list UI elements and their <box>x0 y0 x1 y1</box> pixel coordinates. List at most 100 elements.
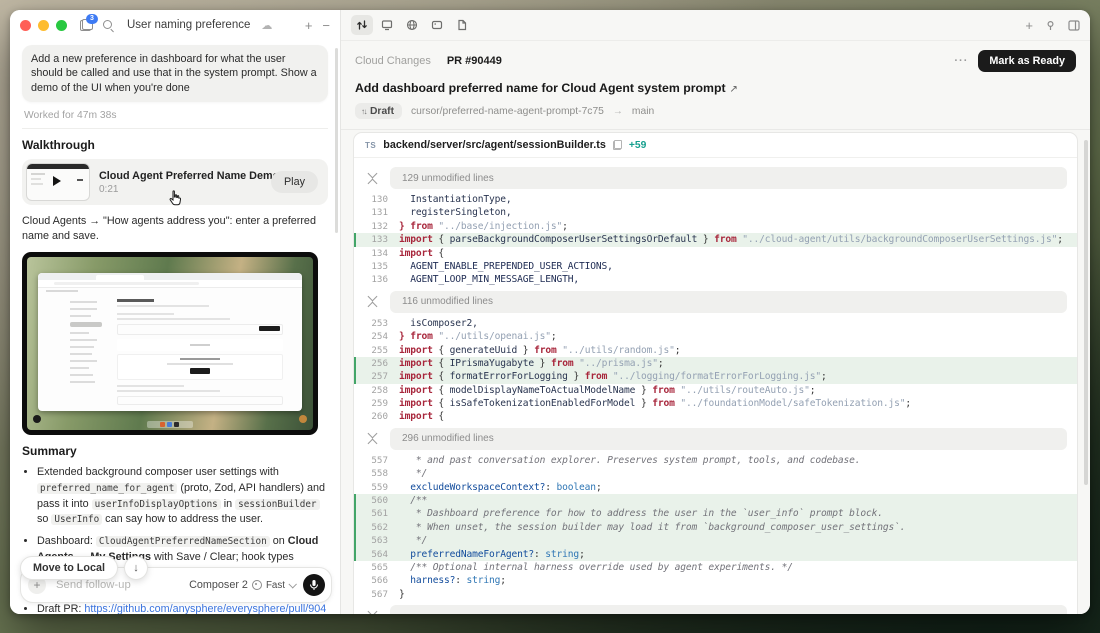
app-window: 3 User naming preference ☁ + − Add a new… <box>10 10 1090 614</box>
chat-scroll-area[interactable]: Add a new preference in dashboard for wh… <box>10 40 340 614</box>
video-thumbnail[interactable] <box>26 163 90 202</box>
mark-as-ready-button[interactable]: Mark as Ready <box>978 50 1076 72</box>
expand-up-icon[interactable] <box>367 301 377 312</box>
demo-desktop <box>27 257 313 431</box>
play-button[interactable]: Play <box>270 171 318 194</box>
expand-up-icon[interactable] <box>367 178 377 188</box>
search-icon[interactable] <box>102 19 114 31</box>
globe-icon[interactable] <box>401 15 423 35</box>
follow-up-input[interactable] <box>54 578 182 592</box>
diff-line: 130 InstantiationType, <box>354 193 1077 206</box>
external-link-icon[interactable]: ↗ <box>730 84 738 95</box>
monitor-icon[interactable] <box>376 15 398 35</box>
move-to-local-button[interactable]: Move to Local <box>20 556 118 580</box>
download-icon[interactable]: ↓ <box>124 556 148 580</box>
line-number: 135 <box>371 260 388 272</box>
pin-icon[interactable] <box>1045 20 1056 31</box>
line-number: 558 <box>371 468 388 480</box>
line-number: 561 <box>371 508 388 520</box>
base-branch[interactable]: main <box>632 106 654 117</box>
line-number: 133 <box>371 234 388 246</box>
code-text: AGENT_ENABLE_PREPENDED_USER_ACTIONS, <box>399 260 613 272</box>
line-number: 136 <box>371 274 388 286</box>
right-scrollbar[interactable] <box>1084 140 1088 485</box>
file-header[interactable]: TS backend/server/src/agent/sessionBuild… <box>354 133 1077 158</box>
expand-down-icon[interactable] <box>367 168 377 178</box>
line-number: 257 <box>371 371 388 383</box>
head-branch[interactable]: cursor/preferred-name-agent-prompt-7c75 <box>411 106 604 117</box>
mic-button[interactable] <box>303 574 325 596</box>
mini-content <box>117 298 284 409</box>
tab-pr-number[interactable]: PR #90449 <box>447 55 502 67</box>
expand-up-icon[interactable] <box>367 438 377 449</box>
inline-code: userInfoDisplayOptions <box>91 498 221 510</box>
diff-line-added: 562 * When unset, the session builder ma… <box>354 520 1077 535</box>
summary-bullet: Draft PR: https://github.com/anysphere/e… <box>37 602 328 614</box>
diff-line: 565 /** Optional internal harness overri… <box>354 561 1077 574</box>
diff-line: 255 import { generateUuid } from "../util… <box>354 344 1077 357</box>
expand-down-icon[interactable] <box>367 606 377 614</box>
draft-status-badge[interactable]: ↑↓ Draft <box>355 103 403 119</box>
text: on <box>269 534 288 547</box>
more-options-icon[interactable]: ··· <box>954 55 968 67</box>
unmodified-lines-bar[interactable]: 116 unmodified lines <box>390 290 1067 313</box>
decoration <box>38 279 302 288</box>
diff-line-added: 560 /** <box>354 494 1077 508</box>
model-speed: Fast <box>265 579 285 591</box>
diff-collapse-row: 296 unmodified lines <box>354 427 1067 450</box>
walkthrough-heading: Walkthrough <box>22 138 95 153</box>
code-text: * Dashboard preference for how to addres… <box>399 508 883 520</box>
mini-browser-window <box>38 272 302 412</box>
copy-path-icon[interactable] <box>612 140 622 150</box>
changes-icon[interactable] <box>351 15 373 35</box>
decoration <box>46 289 78 292</box>
tab-count-badge: 3 <box>86 14 98 24</box>
unmodified-lines-bar[interactable] <box>390 605 1067 614</box>
inline-code: UserInfo <box>51 514 103 526</box>
unmodified-lines-bar[interactable]: 296 unmodified lines <box>390 427 1067 450</box>
diff-collapse-row <box>354 605 1067 614</box>
add-panel-icon[interactable]: + <box>1025 18 1033 33</box>
code-text: import { formatErrorForLogging } from ".… <box>399 371 827 383</box>
summary-bullet: Extended background composer user settin… <box>37 465 328 528</box>
tabs-icon[interactable]: 3 <box>80 14 98 31</box>
zoom-button[interactable] <box>56 19 67 31</box>
play-icon <box>53 176 61 187</box>
collapse-icon[interactable]: − <box>322 18 330 33</box>
arrow-right-icon: → <box>612 105 623 117</box>
diff-collapse-row: 116 unmodified lines <box>354 290 1067 313</box>
line-number: 566 <box>371 575 388 587</box>
mini-dock <box>147 420 193 428</box>
diff-line: 136 AGENT_LOOP_MIN_MESSAGE_LENGTH, <box>354 273 1077 286</box>
diff-line: 254} from "../utils/openai.js"; <box>354 330 1077 343</box>
summary-heading: Summary <box>22 444 77 459</box>
worked-duration: Worked for 47m 38s <box>22 102 328 130</box>
file-icon[interactable] <box>451 15 473 35</box>
file-additions: +59 <box>628 139 647 151</box>
diff-line-added: 133 import { parseBackgroundComposerUserS… <box>354 233 1077 247</box>
unmodified-lines-bar[interactable]: 129 unmodified lines <box>390 167 1067 189</box>
diff-line: 134 import { <box>354 247 1077 260</box>
diff-line: 558 */ <box>354 467 1077 480</box>
code-text: } from "../utils/openai.js"; <box>399 331 557 343</box>
diff-line-added: 257 import { formatErrorForLogging } from… <box>354 370 1077 384</box>
new-tab-icon[interactable]: + <box>305 18 313 33</box>
model-selector[interactable]: Composer 2 Fast <box>189 579 297 591</box>
chat-panel: 3 User naming preference ☁ + − Add a new… <box>10 10 341 614</box>
media-icon[interactable] <box>426 15 448 35</box>
text: Draft PR: <box>37 603 85 614</box>
diff-line: 260 import { <box>354 410 1077 423</box>
sidebar-toggle-icon[interactable] <box>1068 19 1080 31</box>
left-scrollbar[interactable] <box>335 48 338 233</box>
diff-body: 129 unmodified lines 130 InstantiationTyp… <box>354 158 1077 614</box>
inline-code: CloudAgentPreferredNameSection <box>95 535 270 547</box>
close-button[interactable] <box>20 19 31 31</box>
minimize-button[interactable] <box>38 19 49 31</box>
line-number: 564 <box>371 548 388 560</box>
tab-cloud-changes[interactable]: Cloud Changes <box>355 55 431 67</box>
text: can say how to address the user. <box>102 513 264 526</box>
pr-title: Add dashboard preferred name for Cloud A… <box>355 81 738 95</box>
decoration <box>299 415 308 424</box>
sync-icon: ↑↓ <box>361 106 368 116</box>
diff-line: 253 isComposer2, <box>354 317 1077 330</box>
